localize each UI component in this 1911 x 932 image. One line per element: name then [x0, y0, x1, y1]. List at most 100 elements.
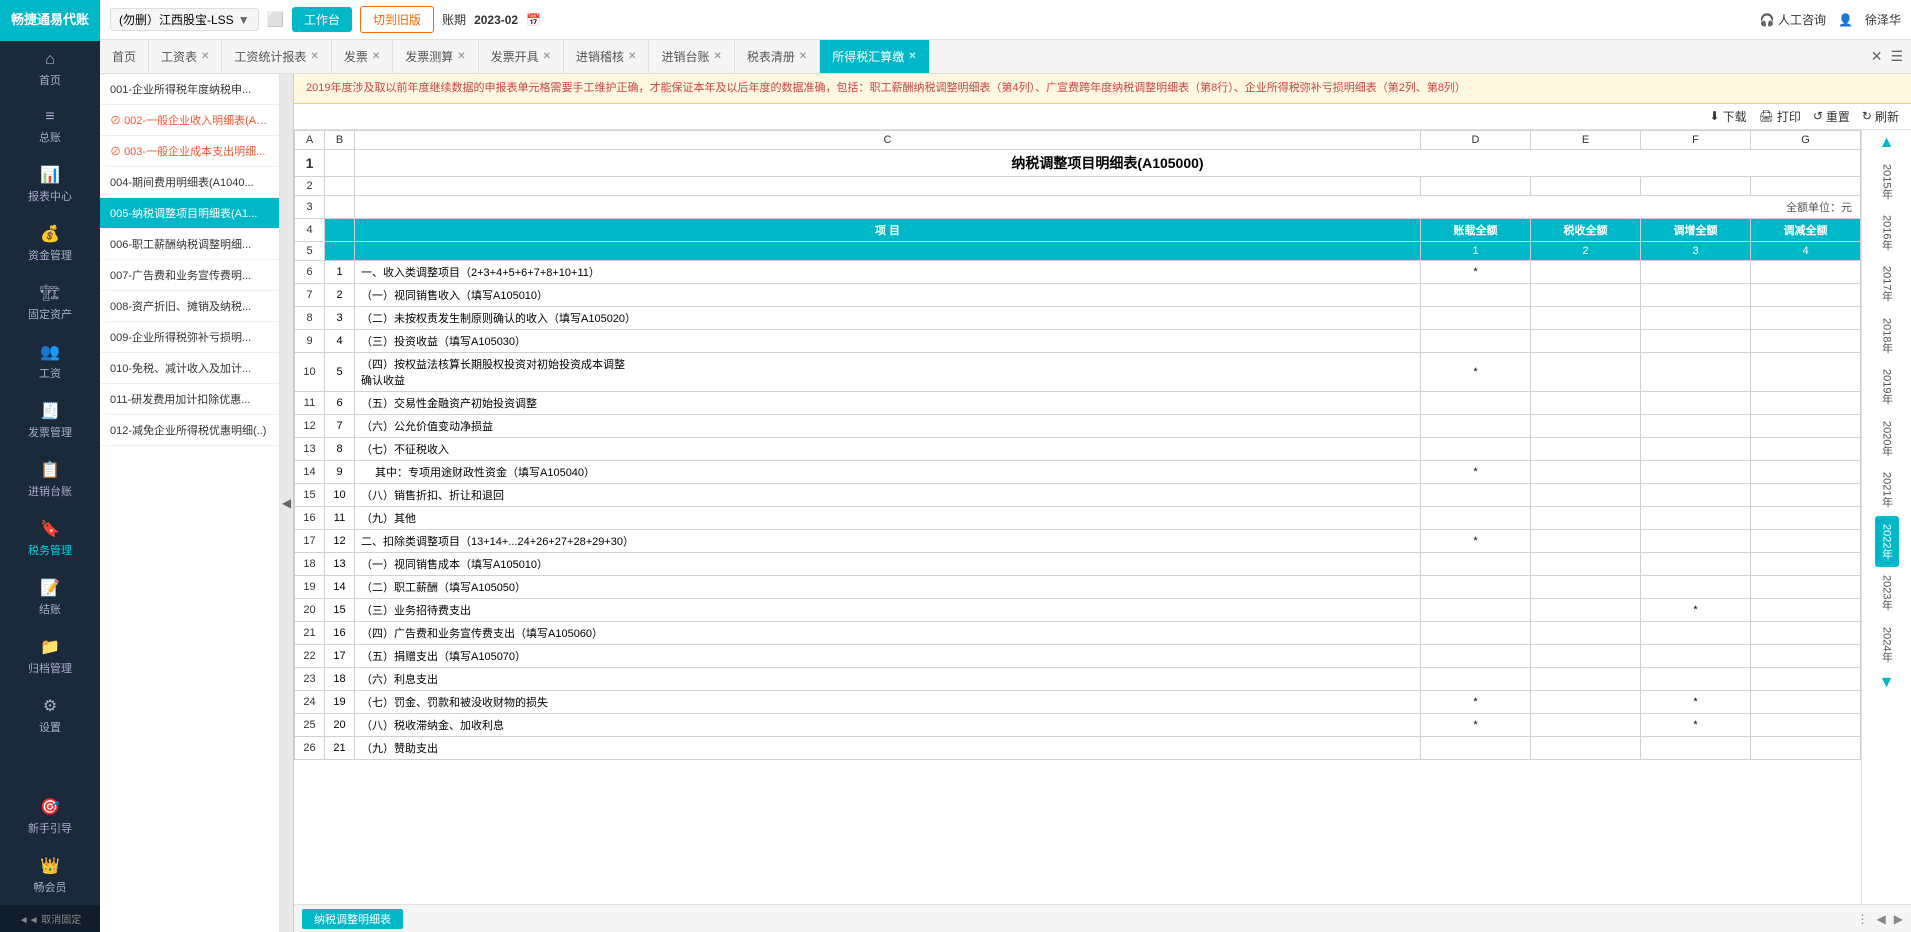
tab-invoice-issue[interactable]: 发票开具 ✕ [479, 40, 564, 74]
copy-icon[interactable]: ⬜ [267, 11, 284, 28]
left-panel-item-008[interactable]: 008-资产折旧、摊销及纳税... [100, 291, 279, 322]
tab-invoice-calc[interactable]: 发票测算 ✕ [393, 40, 478, 74]
report-icon: 📊 [40, 165, 60, 185]
row-c4-2[interactable] [1751, 176, 1861, 195]
sidebar-item-settings[interactable]: ⚙ 设置 [0, 686, 100, 745]
row-hang-3 [325, 195, 355, 218]
year-nav-down[interactable]: ▼ [1875, 670, 1899, 696]
tab-payroll[interactable]: 工资表 ✕ [149, 40, 222, 74]
sidebar-item-general-ledger[interactable]: ≡ 总账 [0, 98, 100, 155]
tab-tax-schedule[interactable]: 税表清册 ✕ [735, 40, 820, 74]
left-panel-item-004[interactable]: 004-期间费用明细表(A1040... [100, 167, 279, 198]
reset-button[interactable]: ↺ 重置 [1813, 108, 1850, 125]
print-button[interactable]: 🖨 打印 [1759, 108, 1801, 125]
tab-close-income-tax[interactable]: ✕ [908, 40, 916, 74]
left-panel-item-006[interactable]: 006-职工薪酬纳税调整明细... [100, 229, 279, 260]
year-2020[interactable]: 2020年 [1875, 413, 1899, 464]
table-title: 纳税调整项目明细表(A105000) [355, 149, 1861, 176]
unfix-sidebar-button[interactable]: ◄◄ 取消固定 [0, 905, 100, 932]
left-panel-item-001[interactable]: 001-企业所得税年度纳税申... [100, 74, 279, 105]
left-panel-item-003[interactable]: ⊘ 003-一般企业成本支出明细... [100, 136, 279, 167]
sidebar-item-guide[interactable]: 🎯 新手引导 [0, 787, 100, 846]
col-header-c3: 调增全额 [1641, 218, 1751, 241]
tab-close-all[interactable]: ✕ [1871, 48, 1883, 65]
calendar-icon[interactable]: 📅 [526, 13, 541, 27]
sidebar-item-purchase-sales[interactable]: 📋 进销台账 [0, 450, 100, 509]
sidebar-label-member: 畅会员 [34, 879, 67, 895]
tab-close-invoice[interactable]: ✕ [372, 40, 380, 74]
year-2016[interactable]: 2016年 [1875, 207, 1899, 258]
col-a: A [295, 130, 325, 149]
main-area: (勿删）江西股宝-LSS ▼ ⬜ 工作台 切到旧版 账期 2023-02 📅 🎧… [100, 0, 1911, 932]
sidebar-item-payroll[interactable]: 👥 工资 [0, 332, 100, 391]
row-c2-2[interactable] [1531, 176, 1641, 195]
table-container[interactable]: A B C D E F G 1 [294, 130, 1861, 905]
left-panel-item-007[interactable]: 007-广告费和业务宣传费明... [100, 260, 279, 291]
invoice-icon: 🧾 [40, 401, 60, 421]
company-selector[interactable]: (勿删）江西股宝-LSS ▼ [110, 8, 259, 31]
left-panel-item-002[interactable]: ⊘ 002-一般企业收入明细表(A1... [100, 105, 279, 136]
tab-income-tax[interactable]: 所得税汇算缴 ✕ [820, 40, 929, 74]
tab-close-ledger[interactable]: ✕ [713, 40, 721, 74]
year-nav-up[interactable]: ▲ [1875, 130, 1899, 156]
left-panel-item-009[interactable]: 009-企业所得税弥补亏损明... [100, 322, 279, 353]
sidebar-item-member[interactable]: 👑 畅会员 [0, 846, 100, 905]
tab-close-payroll-report[interactable]: ✕ [310, 40, 318, 74]
tab-payroll-report[interactable]: 工资统计报表 ✕ [222, 40, 331, 74]
row-c3-2[interactable] [1641, 176, 1751, 195]
row-xm-5 [355, 241, 1421, 260]
tab-menu[interactable]: ☰ [1890, 48, 1903, 65]
tab-home[interactable]: 首页 [100, 40, 149, 74]
year-2017[interactable]: 2017年 [1875, 258, 1899, 309]
left-panel-item-005[interactable]: 005-纳税调整项目明细表(A1... [100, 198, 279, 229]
year-2015[interactable]: 2015年 [1875, 156, 1899, 207]
username[interactable]: 徐泽华 [1865, 11, 1901, 28]
tab-invoice[interactable]: 发票 ✕ [332, 40, 393, 74]
sidebar-label-ledger: 总账 [39, 129, 61, 145]
col-header-c1: 账载全额 [1421, 218, 1531, 241]
payroll-icon: 👥 [40, 342, 60, 362]
workbench-button[interactable]: 工作台 [292, 7, 352, 32]
tab-audit[interactable]: 进销稽核 ✕ [564, 40, 649, 74]
year-2022[interactable]: 2022年 [1875, 516, 1899, 567]
human-service[interactable]: 🎧 人工咨询 [1760, 11, 1826, 28]
sidebar-item-finance[interactable]: 💰 资金管理 [0, 214, 100, 273]
year-2021[interactable]: 2021年 [1875, 464, 1899, 515]
tab-ledger[interactable]: 进销台账 ✕ [649, 40, 734, 74]
tab-close-audit[interactable]: ✕ [628, 40, 636, 74]
tab-close-payroll[interactable]: ✕ [201, 40, 209, 74]
sidebar-item-invoice[interactable]: 🧾 发票管理 [0, 391, 100, 450]
sidebar-item-tax[interactable]: 🔖 税务管理 [0, 509, 100, 568]
sidebar-item-home[interactable]: ⌂ 首页 [0, 41, 100, 98]
scroll-left[interactable]: ◀ [1877, 912, 1886, 926]
sidebar-item-close[interactable]: 📝 结账 [0, 568, 100, 627]
row-xm-2[interactable] [355, 176, 1421, 195]
year-2023[interactable]: 2023年 [1875, 567, 1899, 618]
tab-close-tax-schedule[interactable]: ✕ [799, 40, 807, 74]
print-icon: 🖨 [1759, 109, 1774, 123]
left-panel-item-010[interactable]: 010-免税、减计收入及加计... [100, 353, 279, 384]
col-f: F [1641, 130, 1751, 149]
sidebar-item-report[interactable]: 📊 报表中心 [0, 155, 100, 214]
year-2024[interactable]: 2024年 [1875, 619, 1899, 670]
download-button[interactable]: ⬇ 下载 [1710, 108, 1747, 125]
old-version-button[interactable]: 切到旧版 [360, 6, 434, 33]
row-num-2: 2 [295, 176, 325, 195]
left-panel-toggle[interactable]: ◀ [280, 74, 294, 932]
scroll-right[interactable]: ▶ [1894, 912, 1903, 926]
row-c1-2[interactable] [1421, 176, 1531, 195]
left-panel-item-012[interactable]: 012-减免企业所得税优惠明细(..) [100, 415, 279, 446]
tab-close-invoice-calc[interactable]: ✕ [457, 40, 465, 74]
year-2018[interactable]: 2018年 [1875, 310, 1899, 361]
year-2019[interactable]: 2019年 [1875, 361, 1899, 412]
spreadsheet-table: A B C D E F G 1 [294, 130, 1861, 760]
row-hang-1 [325, 149, 355, 176]
sidebar-item-assets[interactable]: 🏗 固定资产 [0, 273, 100, 332]
refresh-button[interactable]: ↻ 刷新 [1862, 108, 1899, 125]
table-row: 23 18 （六）利息支出 [295, 667, 1861, 690]
sidebar-item-archive[interactable]: 📁 归档管理 [0, 627, 100, 686]
tab-close-invoice-issue[interactable]: ✕ [543, 40, 551, 74]
table-row: 17 12 二、扣除类调整项目（13+14+...24+26+27+28+29+… [295, 529, 1861, 552]
left-panel-item-011[interactable]: 011-研发费用加计扣除优惠... [100, 384, 279, 415]
sheet-tab[interactable]: 纳税调整明细表 [302, 909, 403, 929]
